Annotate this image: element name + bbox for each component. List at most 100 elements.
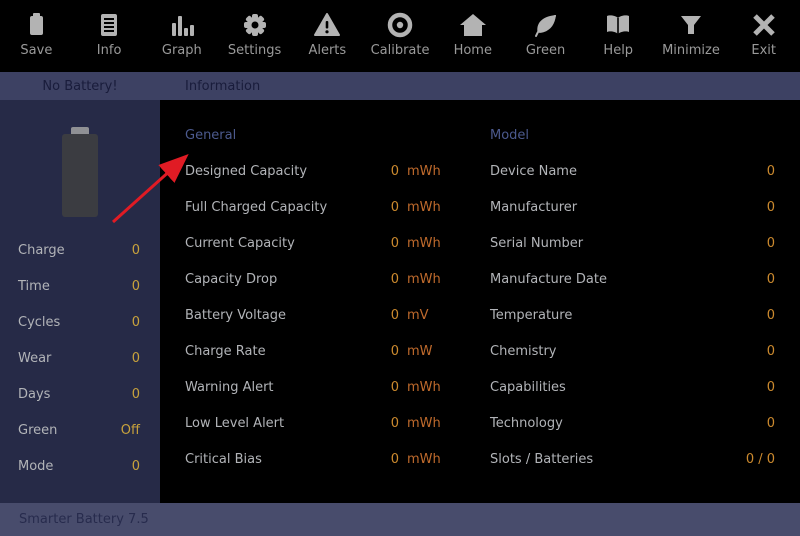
tabbar: No Battery! Information bbox=[0, 72, 800, 100]
stat-label: Green bbox=[18, 422, 58, 438]
stat-label: Days bbox=[18, 386, 51, 402]
leaf-icon bbox=[532, 9, 560, 41]
stat-value: 0 bbox=[131, 314, 140, 330]
toolbar-item-alerts[interactable]: Alerts bbox=[291, 0, 364, 72]
stat-value: 0 bbox=[131, 350, 140, 366]
stat-row-green: Green Off bbox=[0, 412, 160, 448]
tab-information[interactable]: Information bbox=[185, 79, 260, 94]
info-row-serial-number: Serial Number 0 bbox=[490, 225, 775, 261]
info-row-label: Technology bbox=[490, 415, 563, 431]
toolbar-item-settings[interactable]: Settings bbox=[218, 0, 291, 72]
toolbar-item-label: Green bbox=[525, 43, 566, 58]
general-section-title: General bbox=[185, 127, 237, 143]
info-row-designed-capacity: Designed Capacity 0 mWh bbox=[185, 153, 455, 189]
gear-icon bbox=[241, 9, 269, 41]
info-row-label: Full Charged Capacity bbox=[185, 199, 328, 215]
info-row-value: 0 bbox=[390, 415, 399, 431]
close-x-icon bbox=[750, 9, 778, 41]
battery-body bbox=[62, 134, 98, 217]
info-row-capabilities: Capabilities 0 bbox=[490, 369, 775, 405]
info-row-device-name: Device Name 0 bbox=[490, 153, 775, 189]
info-row-value: 0 bbox=[766, 163, 775, 179]
info-row-value: 0 bbox=[390, 379, 399, 395]
info-row-slots-batteries: Slots / Batteries 0 / 0 bbox=[490, 441, 775, 477]
info-row-label: Current Capacity bbox=[185, 235, 295, 251]
info-row-label: Charge Rate bbox=[185, 343, 266, 359]
toolbar-item-help[interactable]: Help bbox=[582, 0, 655, 72]
info-row-label: Manufacture Date bbox=[490, 271, 607, 287]
toolbar-item-label: Alerts bbox=[308, 43, 347, 58]
toolbar-item-save[interactable]: Save bbox=[0, 0, 73, 72]
info-row-label: Low Level Alert bbox=[185, 415, 285, 431]
battery-status-label: No Battery! bbox=[42, 78, 118, 94]
battery-graphic bbox=[62, 127, 98, 220]
info-row-label: Battery Voltage bbox=[185, 307, 287, 323]
toolbar-item-calibrate[interactable]: Calibrate bbox=[364, 0, 437, 72]
info-row-full-charged-capacity: Full Charged Capacity 0 mWh bbox=[185, 189, 455, 225]
stat-label: Charge bbox=[18, 242, 65, 258]
info-row-warning-alert: Warning Alert 0 mWh bbox=[185, 369, 455, 405]
stat-label: Cycles bbox=[18, 314, 61, 330]
info-row-value: 0 bbox=[766, 415, 775, 431]
information-panel: General Designed Capacity 0 mWh Full Cha… bbox=[160, 100, 800, 503]
info-row-label: Slots / Batteries bbox=[490, 451, 594, 467]
app-version-label: Smarter Battery 7.5 bbox=[19, 512, 149, 527]
info-row-label: Device Name bbox=[490, 163, 577, 179]
info-row-unit: mWh bbox=[407, 271, 441, 287]
stat-row-charge: Charge 0 bbox=[0, 232, 160, 268]
target-icon bbox=[386, 9, 414, 41]
info-row-label: Serial Number bbox=[490, 235, 584, 251]
info-row-manufacturer: Manufacturer 0 bbox=[490, 189, 775, 225]
stat-value: 0 bbox=[131, 386, 140, 402]
info-row-unit: mV bbox=[407, 307, 429, 323]
funnel-icon bbox=[677, 9, 705, 41]
info-row-value: 0 bbox=[766, 379, 775, 395]
stat-label: Mode bbox=[18, 458, 54, 474]
info-row-label: Manufacturer bbox=[490, 199, 578, 215]
info-row-label: Capabilities bbox=[490, 379, 566, 395]
info-row-unit: mWh bbox=[407, 235, 441, 251]
battery-save-icon bbox=[22, 9, 50, 41]
model-section-title: Model bbox=[490, 127, 530, 143]
toolbar-item-info[interactable]: Info bbox=[73, 0, 146, 72]
sidebar: Charge 0 Time 0 Cycles 0 Wear 0 Days 0 G… bbox=[0, 100, 160, 503]
stat-value: 0 bbox=[131, 278, 140, 294]
toolbar-item-label: Settings bbox=[227, 43, 282, 58]
info-row-label: Warning Alert bbox=[185, 379, 274, 395]
toolbar-item-home[interactable]: Home bbox=[436, 0, 509, 72]
info-row-label: Designed Capacity bbox=[185, 163, 308, 179]
toolbar-item-label: Minimize bbox=[662, 43, 720, 58]
sidebar-stats: Charge 0 Time 0 Cycles 0 Wear 0 Days 0 G… bbox=[0, 232, 160, 484]
toolbar-item-label: Calibrate bbox=[370, 43, 430, 58]
info-row-value: 0 bbox=[390, 343, 399, 359]
document-icon bbox=[95, 9, 123, 41]
general-section: General Designed Capacity 0 mWh Full Cha… bbox=[185, 100, 455, 503]
info-row-low-level-alert: Low Level Alert 0 mWh bbox=[185, 405, 455, 441]
toolbar-item-label: Home bbox=[453, 43, 492, 58]
info-row-chemistry: Chemistry 0 bbox=[490, 333, 775, 369]
toolbar-item-label: Info bbox=[96, 43, 122, 58]
info-row-charge-rate: Charge Rate 0 mW bbox=[185, 333, 455, 369]
toolbar-item-green[interactable]: Green bbox=[509, 0, 582, 72]
info-row-value: 0 bbox=[390, 307, 399, 323]
toolbar-item-label: Exit bbox=[751, 43, 777, 58]
toolbar-item-graph[interactable]: Graph bbox=[145, 0, 218, 72]
stat-row-cycles: Cycles 0 bbox=[0, 304, 160, 340]
stat-value: Off bbox=[120, 422, 140, 438]
toolbar-item-exit[interactable]: Exit bbox=[727, 0, 800, 72]
battery-cap bbox=[71, 127, 89, 134]
stat-row-time: Time 0 bbox=[0, 268, 160, 304]
info-row-value: 0 bbox=[766, 271, 775, 287]
info-row-value: 0 bbox=[766, 307, 775, 323]
stat-row-mode: Mode 0 bbox=[0, 448, 160, 484]
info-row-value: 0 bbox=[390, 235, 399, 251]
info-row-value: 0 bbox=[390, 271, 399, 287]
stat-label: Wear bbox=[18, 350, 52, 366]
info-row-unit: mWh bbox=[407, 199, 441, 215]
info-row-value: 0 / 0 bbox=[745, 451, 775, 467]
info-row-unit: mWh bbox=[407, 415, 441, 431]
info-row-critical-bias: Critical Bias 0 mWh bbox=[185, 441, 455, 477]
toolbar-item-label: Graph bbox=[161, 43, 202, 58]
stat-row-wear: Wear 0 bbox=[0, 340, 160, 376]
toolbar-item-minimize[interactable]: Minimize bbox=[655, 0, 728, 72]
